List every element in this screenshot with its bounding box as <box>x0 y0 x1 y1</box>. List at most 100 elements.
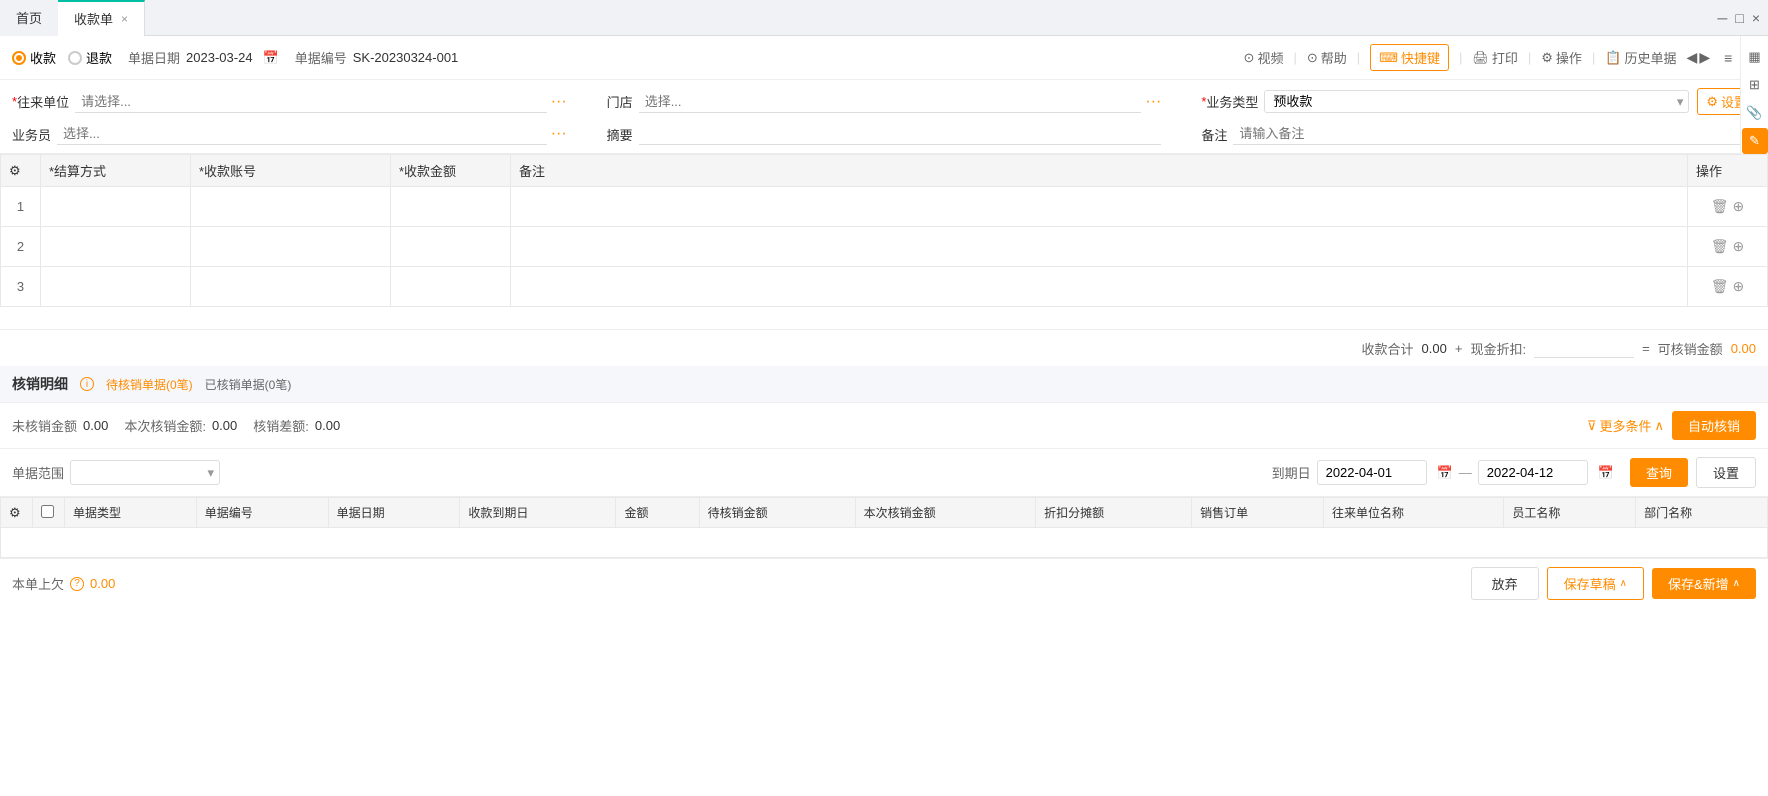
select-all-checkbox[interactable] <box>41 505 54 518</box>
store-more-btn[interactable]: ··· <box>1145 93 1161 111</box>
settlement-input-2[interactable] <box>41 227 190 266</box>
settlement-input-1[interactable] <box>41 187 190 226</box>
shortcut-icon: ⌨ <box>1379 50 1398 66</box>
panel-icon-layout[interactable]: ⊞ <box>1742 72 1768 98</box>
window-minimize[interactable]: ─ <box>1717 10 1727 26</box>
bottom-table-empty-row <box>1 528 1768 558</box>
window-maximize[interactable]: □ <box>1735 10 1743 26</box>
amount-cell-1[interactable] <box>391 187 511 227</box>
shortcut-btn[interactable]: ⌨ 快捷键 <box>1370 44 1449 71</box>
remark-cell-3[interactable] <box>511 267 1688 307</box>
footer: 本单上欠 ? 0.00 放弃 保存草稿 ∧ 保存&新增 ∧ <box>0 558 1768 608</box>
table-settings-icon[interactable]: ⚙ <box>9 163 21 178</box>
bottom-table-settings-header[interactable]: ⚙ <box>1 498 33 528</box>
account-input-1[interactable] <box>191 187 390 226</box>
amount-cell-2[interactable] <box>391 227 511 267</box>
copy-row-2-icon[interactable]: ⊕ <box>1733 238 1745 255</box>
settlement-input-3[interactable] <box>41 267 190 306</box>
date-calendar-icon[interactable]: 📅 <box>263 50 279 66</box>
date-to-calendar-icon[interactable]: 📅 <box>1598 465 1614 481</box>
business-type-select[interactable]: 预收款 <box>1264 90 1689 113</box>
auto-verify-btn[interactable]: 自动核销 <box>1672 411 1756 440</box>
save-new-btn[interactable]: 保存&新增 ∧ <box>1652 568 1756 599</box>
row-num-3: 3 <box>1 267 41 307</box>
settlement-cell-3[interactable] <box>41 267 191 307</box>
amount-cell-3[interactable] <box>391 267 511 307</box>
remark-input[interactable] <box>1233 123 1756 145</box>
panel-icon-edit[interactable]: ✎ <box>1742 128 1768 154</box>
delete-row-3-icon[interactable]: 🗑 <box>1711 278 1729 295</box>
date-to-input[interactable] <box>1478 460 1588 485</box>
date-from-input[interactable] <box>1317 460 1427 485</box>
table-row: 3 🗑 ⊕ <box>1 267 1768 307</box>
col-discount: 折扣分摊额 <box>1036 498 1192 528</box>
remark-input-2[interactable] <box>511 227 1687 266</box>
nav-prev[interactable]: ◀ <box>1687 49 1698 66</box>
col-due-date: 收款到期日 <box>460 498 616 528</box>
footer-info-icon[interactable]: ? <box>70 577 84 591</box>
print-btn[interactable]: 🖨 打印 <box>1472 48 1518 67</box>
date-field: 单据日期 2023-03-24 📅 <box>128 48 279 67</box>
more-conditions-btn[interactable]: ⊽ 更多条件 ∧ <box>1587 416 1664 435</box>
account-cell-3[interactable] <box>191 267 391 307</box>
chevron-up-icon: ∧ <box>1654 418 1664 434</box>
operation-btn[interactable]: ⚙ 操作 <box>1541 48 1582 67</box>
help-icon: ⊙ <box>1307 50 1318 66</box>
panel-icon-attachment[interactable]: 📎 <box>1742 100 1768 126</box>
delete-row-1-icon[interactable]: 🗑 <box>1711 198 1729 215</box>
summary-input[interactable] <box>639 123 1162 145</box>
bottom-settings-btn[interactable]: 设置 <box>1696 457 1756 488</box>
settlement-cell-1[interactable] <box>41 187 191 227</box>
amount-input-2[interactable] <box>391 227 510 266</box>
table-row: 2 🗑 ⊕ <box>1 227 1768 267</box>
account-input-2[interactable] <box>191 227 390 266</box>
partner-more-btn[interactable]: ··· <box>551 93 567 111</box>
remark-cell-2[interactable] <box>511 227 1688 267</box>
remark-input-3[interactable] <box>511 267 1687 306</box>
layout-list-btn[interactable]: ≡ <box>1720 48 1736 68</box>
video-btn[interactable]: ⊙ 视频 <box>1244 48 1284 67</box>
search-row: 单据范围 到期日 📅 — 📅 查询 设置 <box>0 449 1768 497</box>
footer-actions: 放弃 保存草稿 ∧ 保存&新增 ∧ <box>1471 567 1756 600</box>
operation-icon: ⚙ <box>1541 50 1553 66</box>
account-cell-2[interactable] <box>191 227 391 267</box>
bottom-table: ⚙ 单据类型 单据编号 单据日期 收款到期日 金额 待核销金额 本次核销金额 折… <box>0 497 1768 558</box>
query-btn[interactable]: 查询 <box>1630 458 1688 487</box>
account-input-3[interactable] <box>191 267 390 306</box>
verify-info-icon[interactable]: i <box>80 377 94 391</box>
window-close[interactable]: × <box>1752 10 1760 26</box>
account-cell-1[interactable] <box>191 187 391 227</box>
save-draft-btn[interactable]: 保存草稿 ∧ <box>1547 567 1644 600</box>
delete-row-2-icon[interactable]: 🗑 <box>1711 238 1729 255</box>
range-select[interactable] <box>70 460 220 485</box>
tab-receipt[interactable]: 收款单 × <box>58 0 145 36</box>
copy-row-1-icon[interactable]: ⊕ <box>1733 198 1745 215</box>
help-btn[interactable]: ⊙ 帮助 <box>1307 48 1347 67</box>
amount-input-3[interactable] <box>391 267 510 306</box>
col-amount: 金额 <box>616 498 699 528</box>
table-settings-header[interactable]: ⚙ <box>1 155 41 187</box>
panel-icon-table[interactable]: ▦ <box>1742 44 1768 70</box>
store-input[interactable] <box>639 91 1142 113</box>
nav-next[interactable]: ▶ <box>1699 49 1710 66</box>
bottom-settings-icon[interactable]: ⚙ <box>9 505 21 520</box>
remark-input-1[interactable] <box>511 187 1687 226</box>
refund-radio[interactable]: 退款 <box>68 48 112 67</box>
receipt-radio[interactable]: 收款 <box>12 48 56 67</box>
staff-input[interactable] <box>57 123 547 145</box>
tab-home[interactable]: 首页 <box>0 0 58 36</box>
staff-more-btn[interactable]: ··· <box>551 125 567 143</box>
copy-row-3-icon[interactable]: ⊕ <box>1733 278 1745 295</box>
amount-input-1[interactable] <box>391 187 510 226</box>
remark-cell-1[interactable] <box>511 187 1688 227</box>
partner-input[interactable] <box>75 91 547 113</box>
history-btn[interactable]: 📋 历史单据 <box>1605 48 1676 67</box>
bottom-table-checkbox-header[interactable] <box>33 498 65 528</box>
settlement-cell-2[interactable] <box>41 227 191 267</box>
col-staff-name: 员工名称 <box>1504 498 1636 528</box>
abandon-btn[interactable]: 放弃 <box>1471 567 1539 600</box>
discount-input[interactable] <box>1534 338 1634 358</box>
tab-close-icon[interactable]: × <box>121 12 128 26</box>
amount-header: *收款金额 <box>391 155 511 187</box>
date-from-calendar-icon[interactable]: 📅 <box>1437 465 1453 481</box>
